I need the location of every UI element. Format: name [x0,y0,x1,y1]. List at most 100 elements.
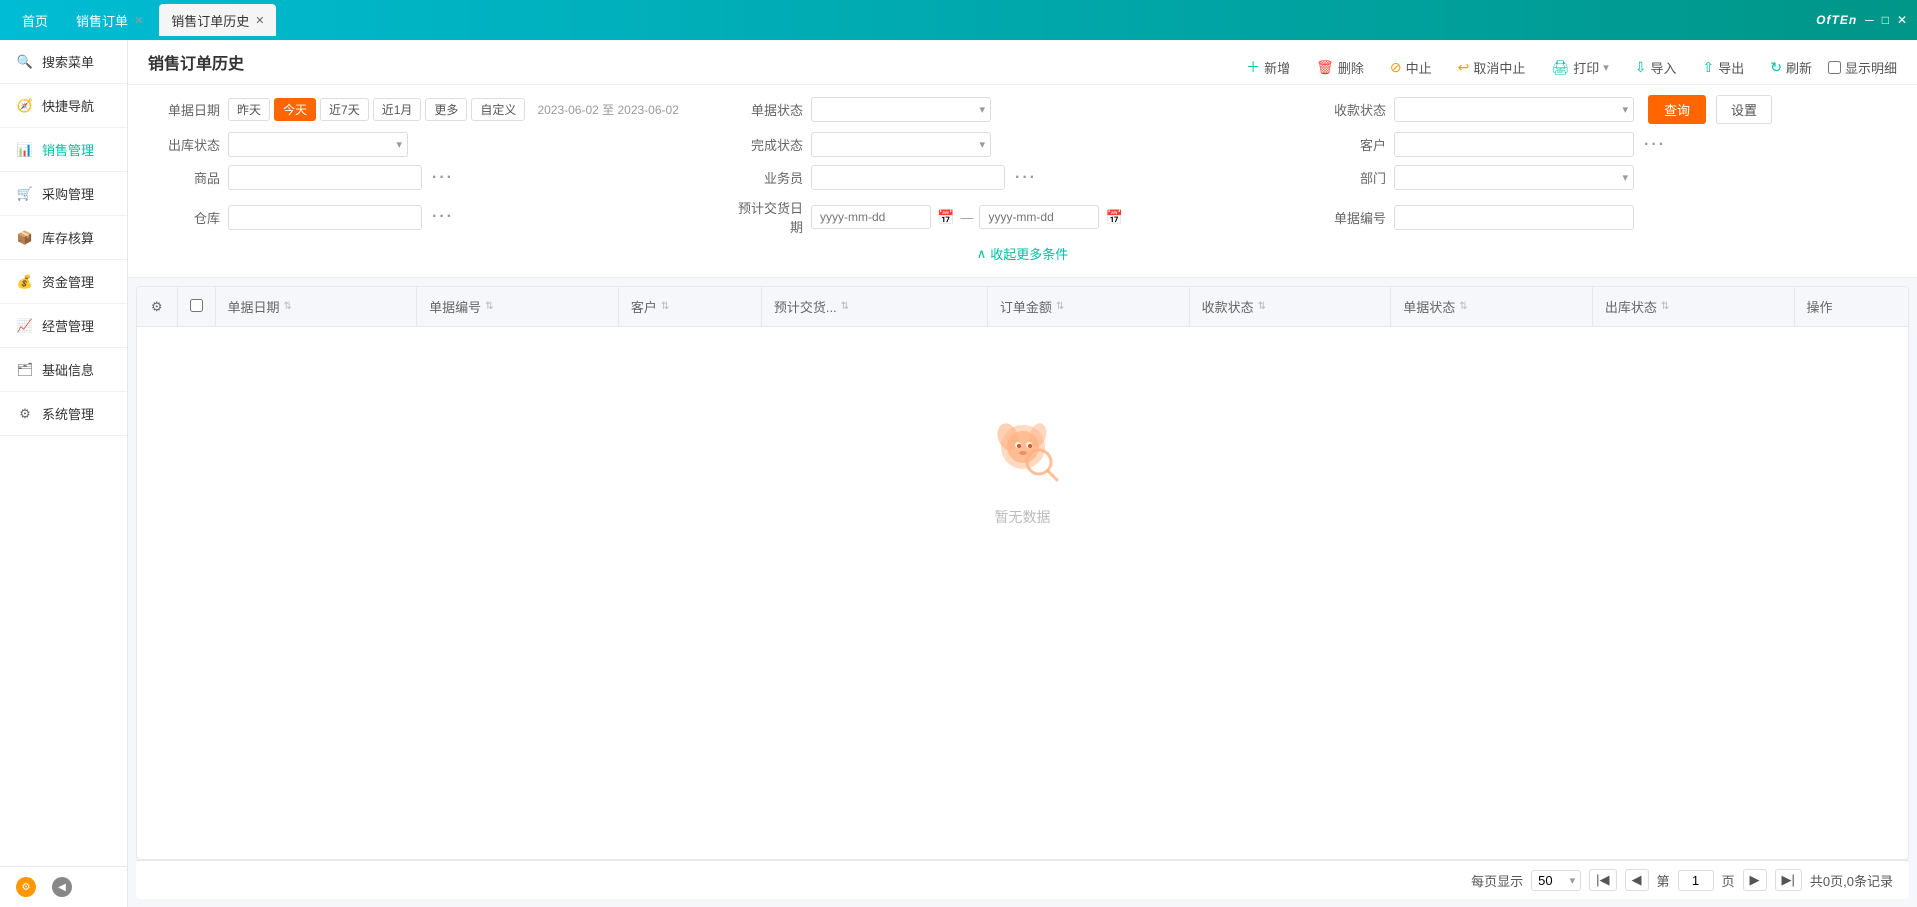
setting-button[interactable]: 设置 [1716,95,1772,124]
select-all-checkbox[interactable] [190,299,203,312]
import-button[interactable]: ⇩ 导入 [1625,54,1687,81]
sidebar-settings-icon[interactable]: ⚙ [16,877,36,897]
show-detail-checkbox-wrapper[interactable]: 显示明细 [1828,58,1897,77]
sales-order-tab-label: 销售订单 [76,11,128,30]
date-last1month[interactable]: 近1月 [373,98,422,121]
delivery-date-from[interactable] [811,205,931,229]
th-customer[interactable]: 客户 ⇅ [618,287,761,327]
sidebar-item-sys-mgmt[interactable]: ⚙ 系统管理 [0,392,127,436]
pager-last[interactable]: ▶| [1775,869,1802,891]
delete-button[interactable]: 🗑 删除 [1306,54,1374,81]
tab-sales-order-history[interactable]: 销售订单历史 ✕ [159,4,276,36]
export-button[interactable]: ⇧ 导出 [1692,54,1754,81]
filter-outbound-status-content [228,132,731,157]
print-arrow: ▾ [1603,61,1609,74]
tab-sales-order[interactable]: 销售订单 ✕ [64,4,155,36]
sidebar-item-purchase-mgmt[interactable]: 🛒 采购管理 [0,172,127,216]
sidebar-item-operations[interactable]: 📈 经营管理 [0,304,127,348]
sidebar-item-quick-nav[interactable]: 🧭 快捷导航 [0,84,127,128]
sidebar-item-sales-mgmt[interactable]: 📊 销售管理 [0,128,127,172]
table-area: ⚙ 单据日期 ⇅ 单据编号 [136,286,1909,860]
th-delivery-date[interactable]: 预计交货... ⇅ [761,287,987,327]
delivery-date-from-calendar-icon[interactable]: 📅 [937,209,954,226]
date-last7[interactable]: 近7天 [320,98,369,121]
th-receipt-status[interactable]: 收款状态 ⇅ [1189,287,1391,327]
product-dots[interactable]: ··· [428,169,458,187]
completion-status-select[interactable] [811,132,991,157]
query-button[interactable]: 查询 [1648,95,1706,124]
sidebar-item-finance[interactable]: 💰 资金管理 [0,260,127,304]
sidebar-item-search-menu[interactable]: 🔍 搜索菜单 [0,40,127,84]
customer-label: 客户 [1314,135,1394,154]
th-amount[interactable]: 订单金额 ⇅ [987,287,1189,327]
page-size-label: 每页显示 [1471,871,1523,890]
filter-row-3: 商品 ··· 业务员 ··· 部门 [148,165,1897,190]
sales-order-history-tab-label: 销售订单历史 [171,11,249,30]
order-no-input[interactable] [1394,205,1634,230]
order-status-select[interactable] [811,97,991,122]
receipt-status-select[interactable] [1394,97,1634,122]
brand-text: OfTEn [1816,13,1857,27]
th-no[interactable]: 单据编号 ⇅ [417,287,619,327]
sidebar-label-quick-nav: 快捷导航 [42,96,94,115]
empty-row: 暂无数据 [137,327,1908,608]
sidebar-collapse-icon[interactable]: ◀ [52,877,72,897]
customer-input[interactable] [1394,132,1634,157]
new-button-label: 新增 [1264,58,1290,77]
filter-completion-status: 完成状态 [731,132,1314,157]
collapse-button[interactable]: ∧ 收起更多条件 [977,240,1069,267]
th-order-status-label: 单据状态 [1403,297,1455,316]
customer-dots[interactable]: ··· [1640,136,1670,154]
window-minimize[interactable]: ─ [1865,13,1874,27]
warehouse-input[interactable] [228,205,422,230]
date-more[interactable]: 更多 [425,98,467,121]
gear-icon[interactable]: ⚙ [151,299,163,314]
delivery-date-to[interactable] [979,205,1099,229]
department-select[interactable] [1394,165,1634,190]
sidebar-label-sys-mgmt: 系统管理 [42,404,94,423]
tab-home[interactable]: 首页 [10,4,60,36]
filter-order-status: 单据状态 [731,95,1314,124]
warehouse-dots[interactable]: ··· [428,208,458,226]
print-button[interactable]: 🖨 打印 ▾ [1541,54,1618,81]
th-operation: 操作 [1794,287,1908,327]
page-input[interactable] [1678,870,1714,891]
salesperson-dots[interactable]: ··· [1011,169,1041,187]
th-gear[interactable]: ⚙ [137,287,177,327]
outbound-status-select-wrapper [228,132,408,157]
sales-order-tab-close[interactable]: ✕ [134,14,143,27]
refresh-button[interactable]: ↻ 刷新 [1760,54,1822,81]
filter-section: 单据日期 昨天 今天 近7天 近1月 更多 自定义 2023-06-02 至 2… [128,85,1917,278]
date-custom[interactable]: 自定义 [471,98,525,121]
chart-icon: 📊 [16,141,34,159]
compass-icon: 🧭 [16,97,34,115]
sidebar-bottom: ⚙ ◀ [0,866,127,907]
department-select-wrapper [1394,165,1634,190]
pager-next[interactable]: ▶ [1743,869,1767,891]
stop-button[interactable]: ⊘ 中止 [1380,54,1442,81]
date-yesterday[interactable]: 昨天 [228,98,270,121]
salesperson-input[interactable] [811,165,1005,190]
th-outbound-status[interactable]: 出库状态 ⇅ [1592,287,1794,327]
outbound-status-select[interactable] [228,132,408,157]
window-maximize[interactable]: □ [1882,13,1889,27]
pager-prev[interactable]: ◀ [1625,869,1649,891]
delivery-date-to-calendar-icon[interactable]: 📅 [1105,209,1122,226]
sidebar-item-inventory[interactable]: 📦 库存核算 [0,216,127,260]
cancel-stop-button[interactable]: ↩ 取消中止 [1448,54,1536,81]
sidebar: 🔍 搜索菜单 🧭 快捷导航 📊 销售管理 🛒 采购管理 📦 库存核算 💰 资金管… [0,40,128,907]
window-close[interactable]: ✕ [1897,13,1907,27]
page-size-select[interactable]: 10 20 50 100 [1531,870,1581,891]
product-input[interactable] [228,165,422,190]
filter-warehouse: 仓库 ··· [148,198,731,236]
sidebar-item-basic-info[interactable]: 🗂 基础信息 [0,348,127,392]
bar-chart-icon: 📈 [16,317,34,335]
new-button[interactable]: ＋ 新增 [1236,53,1300,81]
th-order-status[interactable]: 单据状态 ⇅ [1391,287,1593,327]
th-date[interactable]: 单据日期 ⇅ [215,287,417,327]
sales-order-history-tab-close[interactable]: ✕ [255,14,264,27]
date-today[interactable]: 今天 [274,98,316,121]
show-detail-checkbox[interactable] [1828,61,1841,74]
th-check[interactable] [177,287,215,327]
pager-first[interactable]: |◀ [1589,869,1616,891]
